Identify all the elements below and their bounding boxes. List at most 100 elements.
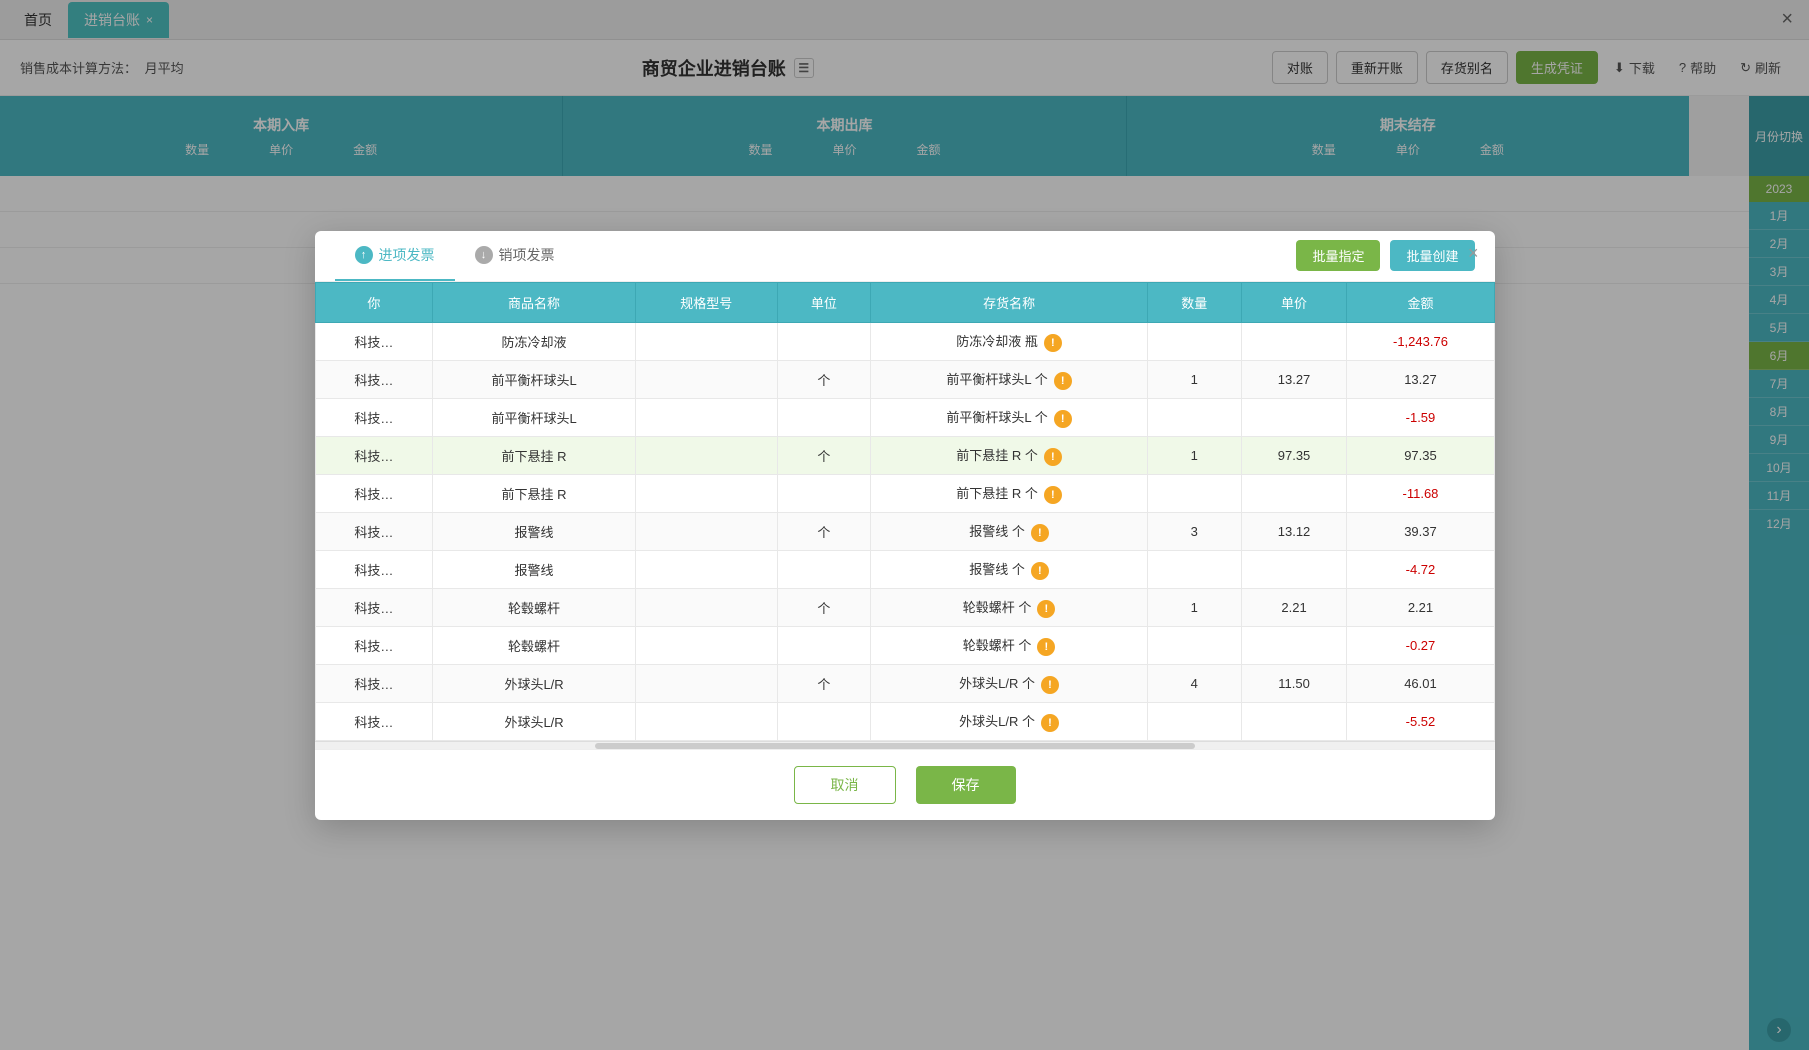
table-cell: 科技…	[315, 512, 433, 550]
table-cell	[635, 322, 777, 360]
table-cell	[1241, 322, 1347, 360]
inventory-cell: 外球头L/R 个!	[871, 664, 1148, 702]
col-unit: 单位	[777, 282, 871, 322]
table-cell: 前下悬挂 R	[433, 436, 636, 474]
dialog-footer: 取消 保存	[315, 749, 1495, 820]
save-button[interactable]: 保存	[916, 766, 1016, 804]
table-cell	[1147, 398, 1241, 436]
app-background: 首页 进销台账 × × 销售成本计算方法： 月平均 商贸企业进销台账 ☰ 对账 …	[0, 0, 1809, 1050]
warning-icon: !	[1044, 486, 1062, 504]
table-cell	[777, 702, 871, 740]
warning-icon: !	[1044, 448, 1062, 466]
table-row: 科技…外球头L/R外球头L/R 个!-5.52	[315, 702, 1494, 740]
table-cell: 科技…	[315, 664, 433, 702]
table-cell	[777, 398, 871, 436]
table-row: 科技…轮毂螺杆个轮毂螺杆 个!12.212.21	[315, 588, 1494, 626]
table-cell	[1241, 474, 1347, 512]
table-cell	[1241, 398, 1347, 436]
inventory-cell: 轮毂螺杆 个!	[871, 588, 1148, 626]
warning-icon: !	[1054, 410, 1072, 428]
table-row: 科技…报警线报警线 个!-4.72	[315, 550, 1494, 588]
table-row: 科技…报警线个报警线 个!313.1239.37	[315, 512, 1494, 550]
table-cell: 报警线	[433, 512, 636, 550]
dialog-body: 你 商品名称 规格型号 单位 存货名称 数量 单价 金额 科技…防冻冷却液防冻冷…	[315, 282, 1495, 741]
table-cell: 1	[1147, 436, 1241, 474]
table-row: 科技…防冻冷却液防冻冷却液 瓶!-1,243.76	[315, 322, 1494, 360]
inventory-cell: 外球头L/R 个!	[871, 702, 1148, 740]
horizontal-scrollbar[interactable]	[315, 741, 1495, 749]
table-cell: 科技…	[315, 360, 433, 398]
col-amount: 金额	[1347, 282, 1494, 322]
table-cell: 2.21	[1347, 588, 1494, 626]
scrollbar-thumb[interactable]	[595, 743, 1195, 749]
table-cell	[1147, 550, 1241, 588]
table-cell	[635, 702, 777, 740]
table-cell: 外球头L/R	[433, 702, 636, 740]
table-row: 科技…前下悬挂 R个前下悬挂 R 个!197.3597.35	[315, 436, 1494, 474]
dialog: ↑ 进项发票 ↓ 销项发票 批量指定 批量创建 × 你	[315, 231, 1495, 820]
table-cell: -1,243.76	[1347, 322, 1494, 360]
table-row: 科技…前平衡杆球头L个前平衡杆球头L 个!113.2713.27	[315, 360, 1494, 398]
tab-purchase-invoice[interactable]: ↑ 进项发票	[335, 231, 455, 281]
table-cell: 科技…	[315, 588, 433, 626]
table-row: 科技…前平衡杆球头L前平衡杆球头L 个!-1.59	[315, 398, 1494, 436]
cancel-button[interactable]: 取消	[794, 766, 896, 804]
table-cell: 2.21	[1241, 588, 1347, 626]
table-cell	[1241, 626, 1347, 664]
warning-icon: !	[1044, 334, 1062, 352]
table-cell: 科技…	[315, 398, 433, 436]
batch-assign-button[interactable]: 批量指定	[1296, 240, 1380, 271]
warning-icon: !	[1037, 600, 1055, 618]
table-cell	[635, 398, 777, 436]
inventory-cell: 前下悬挂 R 个!	[871, 436, 1148, 474]
dialog-close-button[interactable]: ×	[1468, 243, 1479, 264]
sales-tab-icon: ↓	[475, 246, 493, 264]
table-cell	[1147, 626, 1241, 664]
table-cell	[635, 474, 777, 512]
col-spec: 规格型号	[635, 282, 777, 322]
table-cell: 个	[777, 360, 871, 398]
inventory-cell: 轮毂螺杆 个!	[871, 626, 1148, 664]
table-cell: 轮毂螺杆	[433, 626, 636, 664]
table-cell: 前下悬挂 R	[433, 474, 636, 512]
col-inventory-name: 存货名称	[871, 282, 1148, 322]
table-cell	[635, 588, 777, 626]
warning-icon: !	[1031, 562, 1049, 580]
col-company: 你	[315, 282, 433, 322]
table-cell: -5.52	[1347, 702, 1494, 740]
table-cell: 个	[777, 588, 871, 626]
table-cell: 4	[1147, 664, 1241, 702]
table-cell: 轮毂螺杆	[433, 588, 636, 626]
col-product-name: 商品名称	[433, 282, 636, 322]
table-cell: 个	[777, 664, 871, 702]
table-cell: 科技…	[315, 550, 433, 588]
batch-create-button[interactable]: 批量创建	[1390, 240, 1474, 271]
table-cell: 个	[777, 436, 871, 474]
warning-icon: !	[1037, 638, 1055, 656]
table-cell: 外球头L/R	[433, 664, 636, 702]
table-cell: 防冻冷却液	[433, 322, 636, 360]
table-cell: -11.68	[1347, 474, 1494, 512]
table-cell	[777, 550, 871, 588]
table-cell: 科技…	[315, 474, 433, 512]
table-cell: 13.27	[1347, 360, 1494, 398]
table-cell	[635, 360, 777, 398]
table-cell: 46.01	[1347, 664, 1494, 702]
inventory-cell: 报警线 个!	[871, 550, 1148, 588]
table-cell	[1147, 322, 1241, 360]
col-quantity: 数量	[1147, 282, 1241, 322]
invoice-table: 你 商品名称 规格型号 单位 存货名称 数量 单价 金额 科技…防冻冷却液防冻冷…	[315, 282, 1495, 741]
table-cell: 前平衡杆球头L	[433, 398, 636, 436]
table-cell	[777, 626, 871, 664]
table-cell: 13.27	[1241, 360, 1347, 398]
inventory-cell: 报警线 个!	[871, 512, 1148, 550]
table-cell	[635, 626, 777, 664]
table-cell: 前平衡杆球头L	[433, 360, 636, 398]
table-cell	[635, 664, 777, 702]
table-cell: 科技…	[315, 322, 433, 360]
tab-sales-invoice[interactable]: ↓ 销项发票	[455, 231, 575, 281]
table-cell: 报警线	[433, 550, 636, 588]
table-cell	[777, 474, 871, 512]
inventory-cell: 前下悬挂 R 个!	[871, 474, 1148, 512]
table-cell	[635, 512, 777, 550]
